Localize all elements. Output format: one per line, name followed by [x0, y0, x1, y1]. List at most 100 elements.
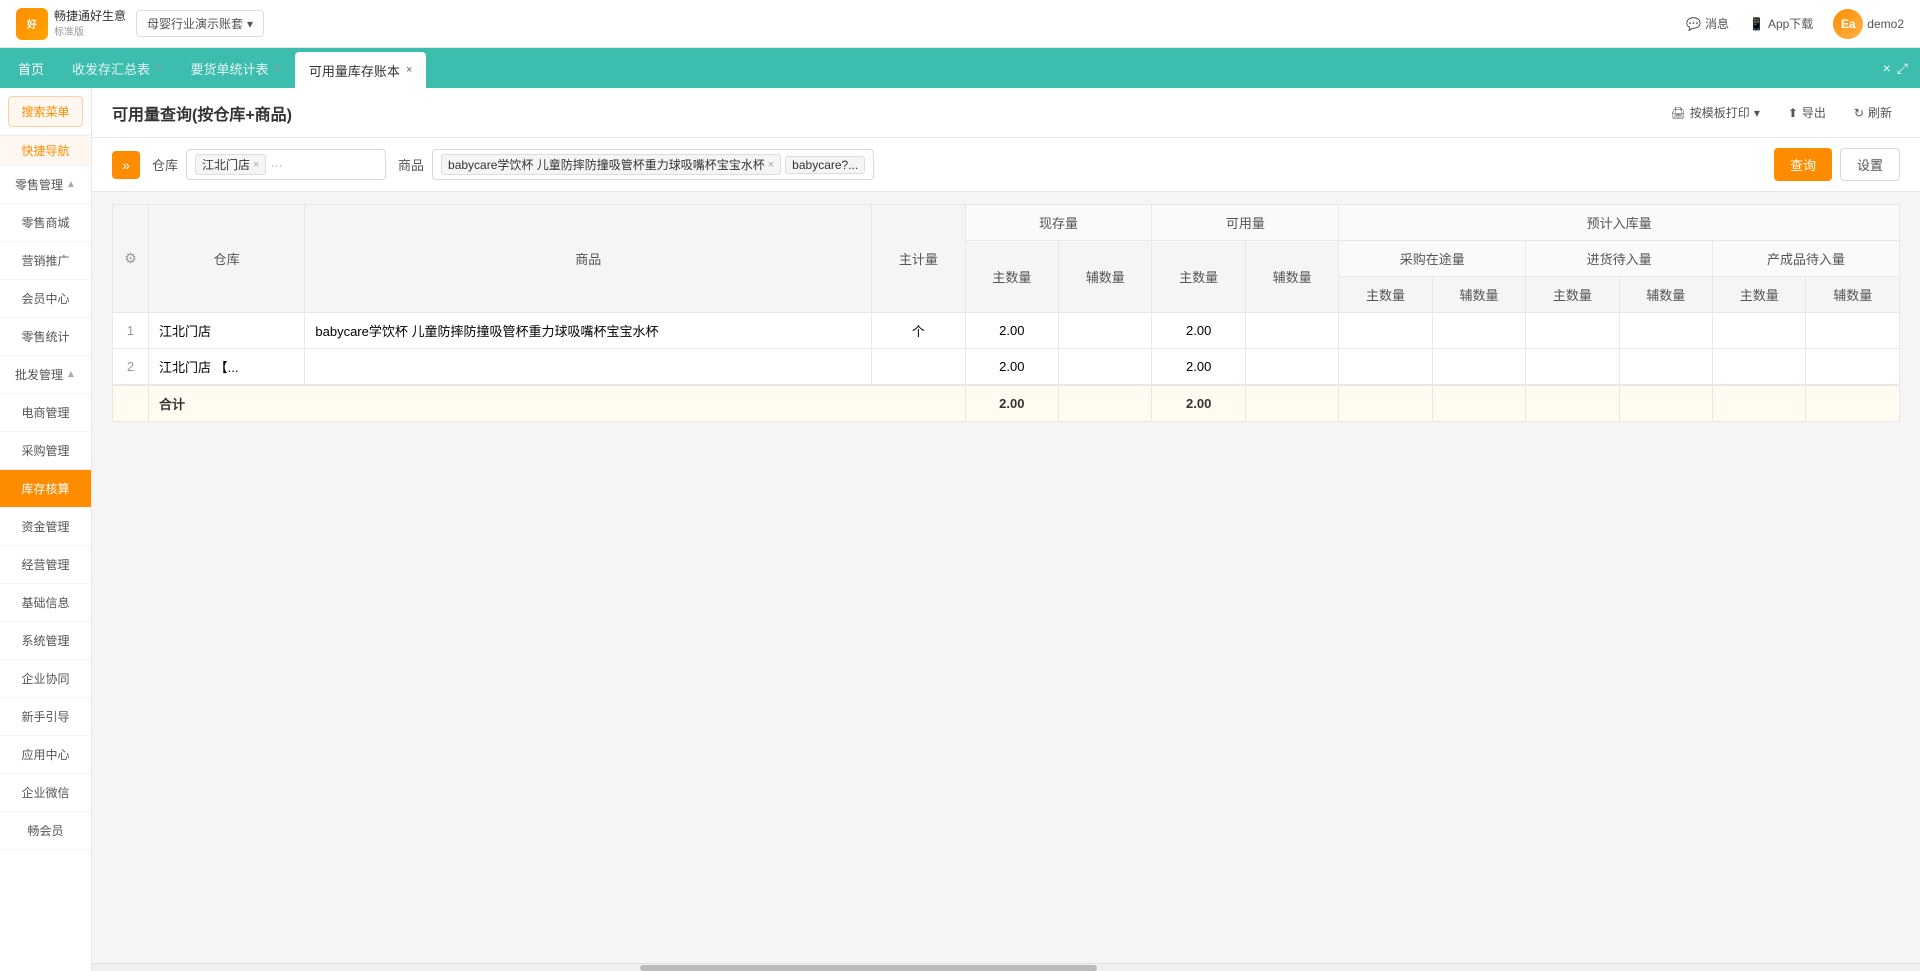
- sidebar-search-btn[interactable]: 搜索菜单: [8, 96, 83, 127]
- sidebar-item-inventory[interactable]: 库存核算: [0, 470, 91, 508]
- sidebar-item-purchase[interactable]: 采购管理: [0, 432, 91, 470]
- scroll-thumb[interactable]: [640, 965, 1097, 971]
- sidebar-item-system[interactable]: 系统管理: [0, 622, 91, 660]
- expand-btn[interactable]: ⤢: [1897, 60, 1908, 77]
- sidebar-operation-label: 经营管理: [21, 556, 69, 573]
- sidebar-member2-label: 畅会员: [27, 822, 63, 839]
- sidebar-system-label: 系统管理: [21, 632, 69, 649]
- sidebar-item-finance[interactable]: 资金管理: [0, 508, 91, 546]
- row1-available-main: 2.00: [1152, 313, 1245, 349]
- row1-production-aux: [1806, 313, 1900, 349]
- sidebar-apps-label: 应用中心: [21, 746, 69, 763]
- footer-available-main: 2.00: [1152, 385, 1245, 422]
- goods-tag2-text: babycare?...: [792, 158, 858, 172]
- top-bar-left: 好 畅捷通好生意 标准版 母婴行业演示账套 ▾: [16, 8, 264, 40]
- warehouse-tag-input[interactable]: 江北门店 × ···: [186, 149, 386, 180]
- col-goods-header: 商品: [305, 205, 872, 313]
- tab-receive-summary[interactable]: 收发存汇总表 ×: [58, 48, 176, 88]
- industry-select[interactable]: 母婴行业演示账套 ▾: [136, 10, 264, 37]
- footer-arrival-main: [1526, 385, 1619, 422]
- warehouse-tag-text: 江北门店: [202, 156, 250, 173]
- table-row: 2 江北门店 【... 2.00 2.00: [113, 349, 1900, 386]
- sidebar-item-wechat[interactable]: 企业微信: [0, 774, 91, 812]
- export-label: 导出: [1802, 104, 1826, 121]
- sidebar-marketing-label: 营销推广: [21, 252, 69, 269]
- col-available-group-header: 可用量: [1152, 205, 1339, 241]
- sidebar-item-member[interactable]: 会员中心: [0, 280, 91, 318]
- sidebar-wholesale-label: 批发管理: [15, 366, 63, 383]
- sidebar-item-marketing[interactable]: 营销推广: [0, 242, 91, 280]
- table-settings-icon[interactable]: ⚙: [124, 250, 137, 266]
- print-btn[interactable]: 🖨 按模板打印 ▾: [1663, 100, 1768, 125]
- col-arrival-aux-header: 辅数量: [1619, 277, 1712, 313]
- logo-sub-text: 标准版: [54, 23, 126, 38]
- goods-filter-label: 商品: [398, 155, 424, 174]
- sidebar-item-zero-retail[interactable]: 零售管理 ▲: [0, 166, 91, 204]
- sidebar-item-apps[interactable]: 应用中心: [0, 736, 91, 774]
- print-label: 按模板打印: [1690, 104, 1750, 121]
- col-current-stock-group-header: 现存量: [965, 205, 1152, 241]
- goods-tag-2: babycare?...: [785, 156, 865, 174]
- goods-tag1-close-icon[interactable]: ×: [768, 159, 774, 171]
- sidebar-enterprise-label: 企业协同: [21, 670, 69, 687]
- query-button[interactable]: 查询: [1774, 148, 1832, 181]
- tab-receive-close-icon[interactable]: ×: [156, 62, 162, 74]
- message-btn[interactable]: 💬 消息: [1686, 15, 1729, 32]
- nav-right-controls: × ⤢: [1883, 48, 1916, 88]
- filter-expand-btn[interactable]: »: [112, 151, 140, 179]
- goods-tag-input[interactable]: babycare学饮杯 儿童防摔防撞吸管杯重力球吸嘴杯宝宝水杯 × babyca…: [432, 149, 874, 180]
- row1-warehouse: 江北门店: [149, 313, 305, 349]
- app-download-btn[interactable]: 📱 App下载: [1749, 15, 1813, 32]
- horizontal-scrollbar[interactable]: [92, 963, 1920, 971]
- close-all-btn[interactable]: ×: [1883, 60, 1891, 76]
- row2-purchase-main: [1339, 349, 1432, 386]
- sidebar-zero-stat-label: 零售统计: [21, 328, 69, 345]
- tab-home[interactable]: 首页: [4, 48, 58, 88]
- filter-actions: 查询 设置: [1774, 148, 1900, 181]
- table-row: 1 江北门店 babycare学饮杯 儿童防摔防撞吸管杯重力球吸嘴杯宝宝水杯 个…: [113, 313, 1900, 349]
- row1-main-unit: 个: [872, 313, 965, 349]
- sidebar-item-basic[interactable]: 基础信息: [0, 584, 91, 622]
- sidebar-item-operation[interactable]: 经营管理: [0, 546, 91, 584]
- inventory-table: ⚙ 仓库 商品 主计量 现存量 可用量 预计入库量 主数量 辅数量 主数量 辅数…: [112, 204, 1900, 422]
- col-purchase-group-header: 采购在途量: [1339, 241, 1526, 277]
- col-settings-header: ⚙: [113, 205, 149, 313]
- expand-arrows-icon: »: [122, 157, 130, 173]
- avatar: Ea: [1833, 9, 1863, 39]
- sidebar-item-zero-stat[interactable]: 零售统计: [0, 318, 91, 356]
- sidebar-item-enterprise[interactable]: 企业协同: [0, 660, 91, 698]
- row2-available-aux: [1245, 349, 1338, 386]
- tab-order-stat[interactable]: 要货单统计表 ×: [176, 48, 294, 88]
- content-area: 可用量查询(按仓库+商品) 🖨 按模板打印 ▾ ⬆ 导出 ↻ 刷新: [92, 88, 1920, 971]
- logo-area: 好 畅捷通好生意 标准版: [16, 8, 126, 40]
- footer-empty1: [113, 385, 149, 422]
- tab-order-close-icon[interactable]: ×: [274, 62, 280, 74]
- settings-button[interactable]: 设置: [1840, 148, 1900, 181]
- sidebar-item-guide[interactable]: 新手引导: [0, 698, 91, 736]
- row2-main-unit: [872, 349, 965, 386]
- sidebar-zero-retail-label: 零售管理: [15, 176, 63, 193]
- col-production-group-header: 产成品待入量: [1713, 241, 1900, 277]
- export-btn[interactable]: ⬆ 导出: [1780, 100, 1834, 125]
- page-header: 可用量查询(按仓库+商品) 🖨 按模板打印 ▾ ⬆ 导出 ↻ 刷新: [92, 88, 1920, 138]
- sidebar-wechat-label: 企业微信: [21, 784, 69, 801]
- tab-available-inventory[interactable]: 可用量库存账本 ×: [295, 52, 426, 88]
- warehouse-tag-close-icon[interactable]: ×: [253, 159, 259, 171]
- row1-current-aux: [1059, 313, 1152, 349]
- footer-current-main: 2.00: [965, 385, 1058, 422]
- warehouse-filter-more-icon[interactable]: ···: [270, 158, 282, 172]
- sidebar-item-member2[interactable]: 畅会员: [0, 812, 91, 850]
- home-label: 首页: [18, 59, 44, 78]
- row2-current-main: 2.00: [965, 349, 1058, 386]
- user-area[interactable]: Ea demo2: [1833, 9, 1904, 39]
- sidebar-item-zero-mall[interactable]: 零售商城: [0, 204, 91, 242]
- sidebar-quick-nav-btn[interactable]: 快捷导航: [0, 136, 91, 166]
- user-name: demo2: [1867, 17, 1904, 31]
- warehouse-filter-group: 仓库 江北门店 × ···: [152, 149, 386, 180]
- sidebar-item-wholesale[interactable]: 批发管理 ▲: [0, 356, 91, 394]
- footer-available-aux: [1245, 385, 1338, 422]
- sidebar-item-ecommerce[interactable]: 电商管理: [0, 394, 91, 432]
- refresh-btn[interactable]: ↻ 刷新: [1846, 100, 1900, 125]
- tab-available-close-icon[interactable]: ×: [406, 64, 412, 76]
- warehouse-filter-label: 仓库: [152, 155, 178, 174]
